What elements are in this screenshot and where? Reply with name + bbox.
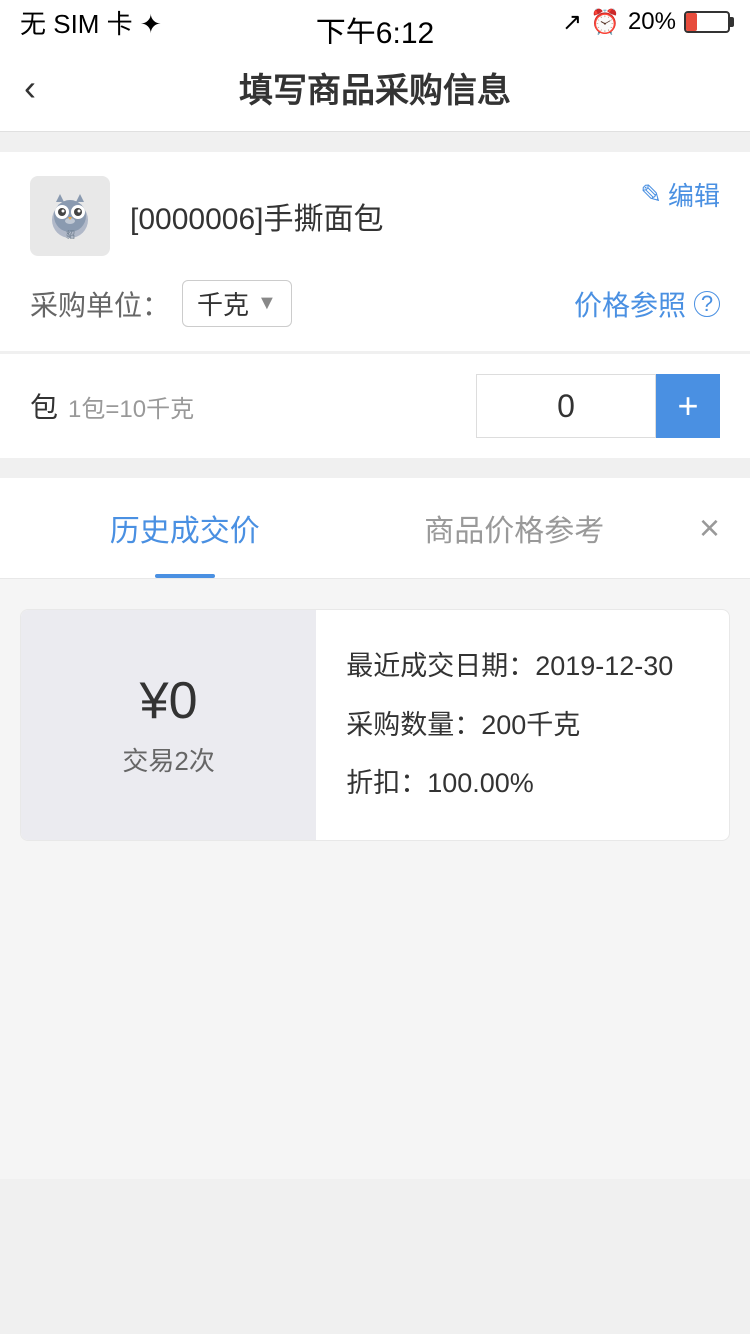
edit-icon: ✎	[640, 179, 662, 210]
product-left: 貂 [0000006]手撕面包	[30, 176, 383, 256]
tabs-container: 历史成交价 商品价格参考 ×	[0, 478, 750, 579]
edit-label: 编辑	[668, 176, 720, 213]
tab-product-price-ref[interactable]: 商品价格参考	[349, 478, 678, 578]
tab-close-button[interactable]: ×	[679, 497, 730, 559]
edit-button[interactable]: ✎ 编辑	[640, 176, 720, 213]
purchase-qty-label: 采购数量：	[346, 710, 481, 740]
history-card-left: ¥0 交易2次	[21, 610, 316, 840]
quantity-control: +	[476, 374, 720, 438]
trade-count: 交易2次	[122, 741, 214, 778]
recent-date-row: 最近成交日期：2019-12-30	[346, 646, 699, 687]
trade-price: ¥0	[140, 671, 198, 731]
quantity-input[interactable]	[476, 374, 656, 438]
tab-history-price[interactable]: 历史成交价	[20, 478, 349, 578]
discount-label: 折扣：	[346, 768, 427, 798]
dropdown-arrow-icon: ▼	[257, 292, 277, 315]
package-label: 包	[30, 386, 58, 426]
discount-row: 折扣：100.00%	[346, 763, 699, 804]
tab-product-label: 商品价格参考	[424, 515, 604, 548]
alarm-icon: ⏰	[590, 8, 620, 37]
currency-symbol: ¥	[140, 672, 169, 730]
history-card-right: 最近成交日期：2019-12-30 采购数量：200千克 折扣：100.00%	[316, 610, 729, 840]
product-card: 貂 [0000006]手撕面包 ✎ 编辑 采购单位： 千克 ▼ 价格参照 ?	[0, 152, 750, 351]
battery-percentage: 20%	[628, 8, 676, 36]
svg-text:貂: 貂	[66, 229, 75, 240]
recent-date-label: 最近成交日期：	[346, 651, 535, 681]
tab-history-label: 历史成交价	[110, 515, 260, 548]
back-button[interactable]: ‹	[24, 67, 36, 109]
product-header: 貂 [0000006]手撕面包 ✎ 编辑	[30, 176, 720, 256]
unit-label: 采购单位：	[30, 284, 170, 324]
status-left: 无 SIM 卡 ✦	[20, 4, 162, 41]
page-title: 填写商品采购信息	[239, 63, 511, 112]
purchase-qty-value: 200千克	[481, 710, 580, 740]
price-reference-button[interactable]: 价格参照 ?	[574, 284, 720, 324]
owl-logo-icon: 貂	[40, 186, 100, 246]
status-right: ↗ ⏰ 20%	[562, 8, 730, 37]
recent-date-value: 2019-12-30	[535, 651, 673, 681]
product-unit-row: 采购单位： 千克 ▼ 价格参照 ?	[30, 280, 720, 327]
help-icon: ?	[694, 291, 720, 317]
history-card: ¥0 交易2次 最近成交日期：2019-12-30 采购数量：200千克 折扣：…	[20, 609, 730, 841]
quantity-plus-button[interactable]: +	[656, 374, 720, 438]
location-icon: ↗	[562, 8, 582, 37]
battery-fill	[686, 13, 697, 31]
battery-icon	[684, 11, 730, 33]
status-bar: 无 SIM 卡 ✦ 下午6:12 ↗ ⏰ 20%	[0, 0, 750, 44]
purchase-qty-row: 采购数量：200千克	[346, 705, 699, 746]
product-thumbnail: 貂	[30, 176, 110, 256]
nav-bar: ‹ 填写商品采购信息	[0, 44, 750, 132]
product-name: [0000006]手撕面包	[130, 194, 383, 238]
discount-value: 100.00%	[427, 768, 534, 798]
quantity-row: 包 1包=10千克 +	[0, 353, 750, 458]
price-ref-label: 价格参照	[574, 284, 686, 324]
sim-signal-text: 无 SIM 卡 ✦	[20, 4, 162, 41]
price-value: 0	[169, 672, 198, 730]
unit-dropdown[interactable]: 千克 ▼	[182, 280, 292, 327]
unit-value: 千克	[197, 285, 249, 322]
quantity-label: 包 1包=10千克	[30, 386, 194, 426]
package-hint: 1包=10千克	[68, 389, 194, 424]
history-content: ¥0 交易2次 最近成交日期：2019-12-30 采购数量：200千克 折扣：…	[0, 579, 750, 1179]
